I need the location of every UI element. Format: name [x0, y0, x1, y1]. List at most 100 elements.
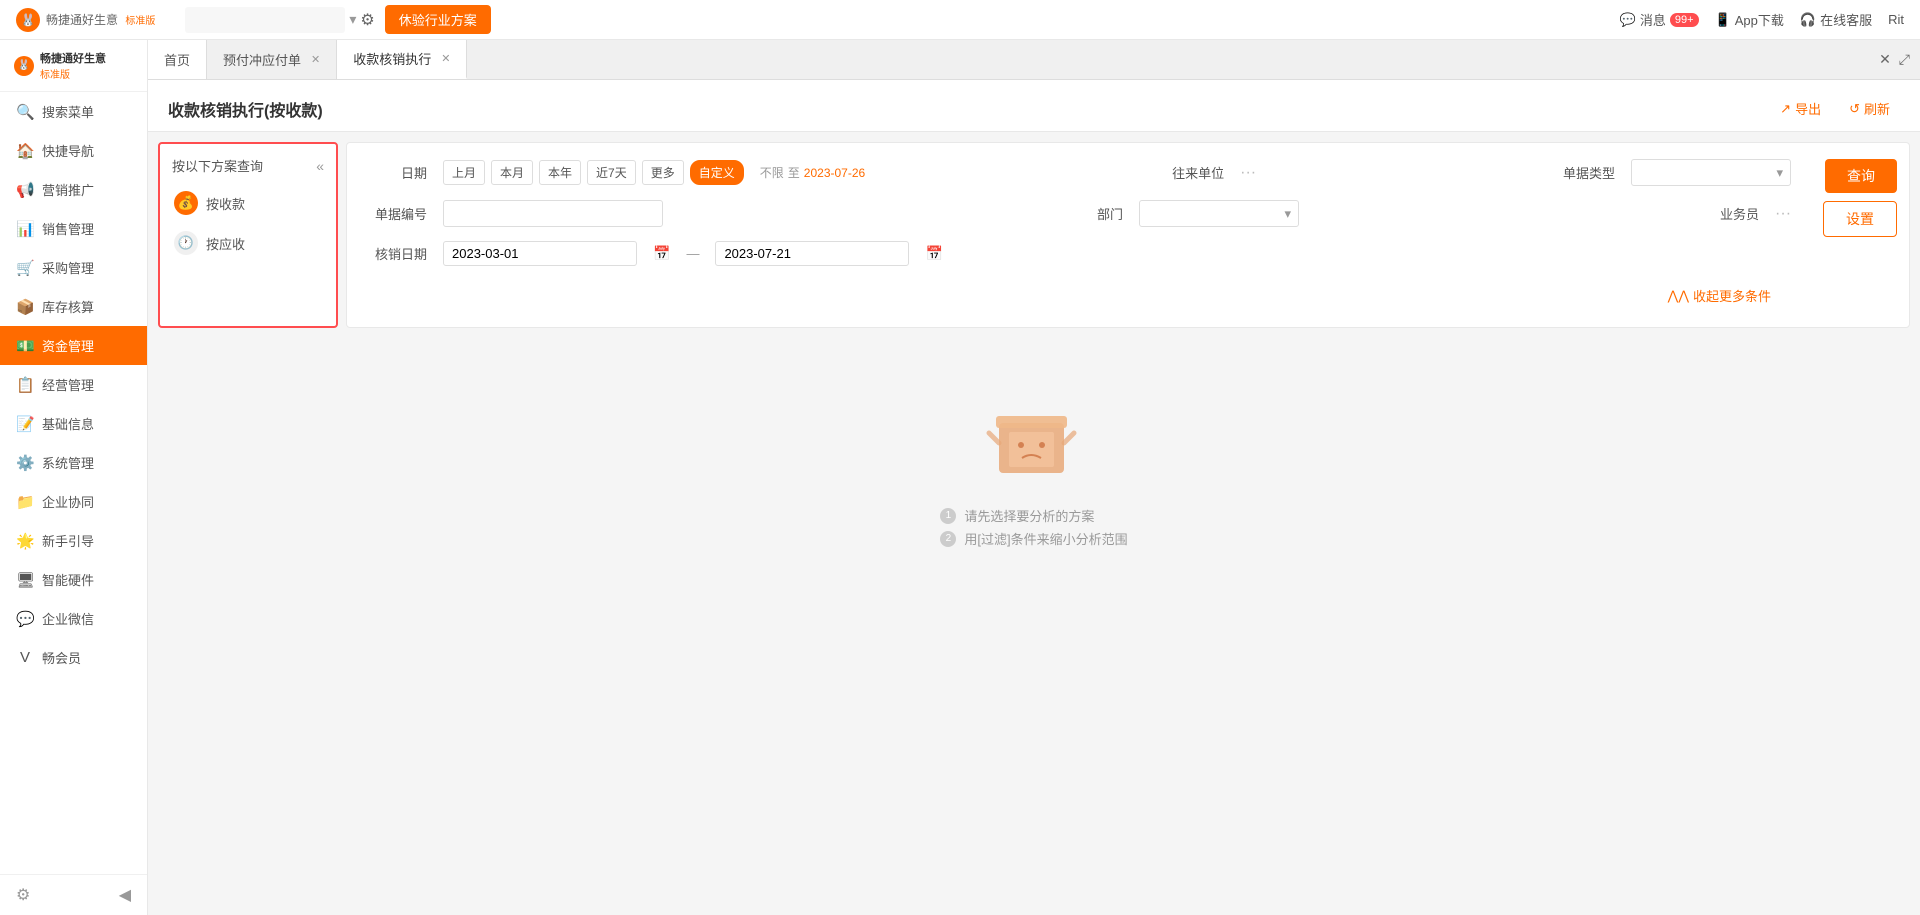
hint-text-1: 请先选择要分析的方案 — [964, 506, 1094, 525]
date-this-month-btn[interactable]: 本月 — [491, 160, 533, 185]
export-icon: ↗ — [1780, 101, 1791, 117]
counterpart-dots[interactable]: ··· — [1240, 164, 1256, 182]
industry-solution-button[interactable]: 休验行业方案 — [385, 5, 491, 34]
gear2-icon: ⚙️ — [16, 454, 34, 472]
main-content: 收款核销执行(按收款) ↗ 导出 ↺ 刷新 按以下方案查询 « 💰 按收款 — [148, 80, 1920, 915]
sidebar-item-purchase[interactable]: 🛒 采购管理 — [0, 248, 147, 287]
date-7days-btn[interactable]: 近7天 — [587, 160, 636, 185]
filter-sidebar-title: 按以下方案查询 — [172, 156, 263, 175]
app-download-button[interactable]: 📱 App下载 — [1715, 10, 1784, 29]
date-quick-options: 上月 本月 本年 近7天 更多 自定义 — [443, 160, 744, 185]
vip-icon: V — [16, 649, 34, 666]
verify-date-end-input[interactable] — [715, 241, 909, 266]
monitor-icon: 🖥 — [16, 571, 34, 589]
sidebar-item-sales[interactable]: 📊 销售管理 — [0, 209, 147, 248]
date-to: 至 — [788, 164, 800, 181]
sidebar-item-label: 营销推广 — [42, 180, 94, 199]
sidebar-item-basic-info[interactable]: 📝 基础信息 — [0, 404, 147, 443]
date-custom-btn[interactable]: 自定义 — [690, 160, 744, 185]
filter-option-by-receipt[interactable]: 💰 按收款 — [160, 183, 336, 223]
collapse-more-button[interactable]: ⋀⋀ 收起更多条件 — [367, 280, 1771, 311]
message-button[interactable]: 💬 消息 99+ — [1620, 10, 1699, 29]
hint-num-1: 1 — [940, 508, 956, 524]
brand-logo: 🐰 畅捷通好生意 标准版 — [16, 8, 155, 32]
settings-bottom-icon[interactable]: ⚙ — [16, 885, 30, 905]
filter-row-2: 单据编号 部门 ▾ 业务员 ··· — [367, 200, 1791, 227]
home-icon: 🏠 — [16, 142, 34, 160]
gear-icon[interactable]: ⚙ — [360, 10, 374, 30]
refresh-button[interactable]: ↺ 刷新 — [1839, 94, 1900, 123]
filter-fields: 日期 上月 本月 本年 近7天 更多 自定义 不限 至 2023-07-26 — [347, 143, 1811, 327]
filter-row-1: 日期 上月 本月 本年 近7天 更多 自定义 不限 至 2023-07-26 — [367, 159, 1791, 186]
chevron-down-icon[interactable]: ▾ — [349, 11, 356, 28]
filter-sidebar: 按以下方案查询 « 💰 按收款 🕐 按应收 — [158, 142, 338, 328]
user-name[interactable]: Rit — [1888, 12, 1904, 27]
tab-label: 首页 — [164, 50, 190, 69]
date-last-month-btn[interactable]: 上月 — [443, 160, 485, 185]
tab-collection[interactable]: 收款核销执行 ✕ — [337, 40, 467, 79]
sidebar-bottom: ⚙ ◀ — [0, 874, 147, 915]
top-search-area: ▾ ⚙ — [185, 7, 374, 33]
sidebar-item-marketing[interactable]: 📢 营销推广 — [0, 170, 147, 209]
bill-no-input[interactable] — [443, 200, 663, 227]
calendar-end-icon[interactable]: 📅 — [925, 245, 942, 262]
sidebar-item-label: 资金管理 — [42, 336, 94, 355]
sidebar-item-operations[interactable]: 📋 经营管理 — [0, 365, 147, 404]
empty-hints: 1 请先选择要分析的方案 2 用[过滤]条件来缩小分析范围 — [940, 506, 1127, 548]
empty-svg — [984, 388, 1084, 488]
sidebar-item-guide[interactable]: 🌟 新手引导 — [0, 521, 147, 560]
verify-date-start-input[interactable] — [443, 241, 637, 266]
cart-icon: 🛒 — [16, 259, 34, 277]
app-download-label: App下载 — [1735, 10, 1784, 29]
calendar-start-icon[interactable]: 📅 — [653, 245, 670, 262]
dept-select[interactable] — [1139, 200, 1299, 227]
maximize-window-button[interactable]: ⤢ — [1899, 51, 1910, 68]
sidebar-item-label: 快捷导航 — [42, 141, 94, 160]
empty-hint-1: 1 请先选择要分析的方案 — [940, 506, 1127, 525]
sidebar-item-enterprise[interactable]: 📁 企业协同 — [0, 482, 147, 521]
sidebar-item-inventory[interactable]: 📦 库存核算 — [0, 287, 147, 326]
date-more-btn[interactable]: 更多 — [642, 160, 684, 185]
tab-bar-window-actions: ✕ ⤢ — [1869, 40, 1920, 79]
brand-name-text: 畅捷通好生意 — [46, 13, 118, 27]
sidebar-brand-sub: 标准版 — [40, 66, 106, 81]
staff-label: 业务员 — [1699, 204, 1759, 223]
filter-option-label: 按收款 — [206, 194, 245, 213]
export-label: 导出 — [1795, 99, 1821, 118]
top-bar-actions: 💬 消息 99+ 📱 App下载 🎧 在线客服 Rit — [1620, 10, 1904, 29]
sidebar-item-finance[interactable]: 💵 资金管理 — [0, 326, 147, 365]
close-window-button[interactable]: ✕ — [1879, 51, 1891, 68]
date-this-year-btn[interactable]: 本年 — [539, 160, 581, 185]
collapse-up-icon: ⋀⋀ — [1668, 288, 1689, 304]
staff-dots[interactable]: ··· — [1775, 205, 1791, 223]
sidebar-item-system[interactable]: ⚙️ 系统管理 — [0, 443, 147, 482]
collapse-more-label: 收起更多条件 — [1693, 286, 1771, 305]
collapse-filter-icon[interactable]: « — [316, 158, 324, 174]
brand-sub: 标准版 — [125, 16, 155, 27]
online-service-button[interactable]: 🎧 在线客服 — [1800, 10, 1872, 29]
filter-option-by-receivable[interactable]: 🕐 按应收 — [160, 223, 336, 263]
top-search-input[interactable] — [185, 7, 345, 33]
tab-prepay[interactable]: 预付冲应付单 ✕ — [207, 40, 337, 79]
sidebar-item-hardware[interactable]: 🖥 智能硬件 — [0, 560, 147, 599]
date-label: 日期 — [367, 163, 427, 182]
tab-label: 预付冲应付单 — [223, 50, 301, 69]
brand-name: 畅捷通好生意 标准版 — [46, 11, 155, 28]
tab-home[interactable]: 首页 — [148, 40, 207, 79]
query-button[interactable]: 查询 — [1825, 159, 1897, 193]
bill-type-select[interactable] — [1631, 159, 1791, 186]
sidebar-item-quick-nav[interactable]: 🏠 快捷导航 — [0, 131, 147, 170]
tab-close-prepay[interactable]: ✕ — [311, 53, 320, 66]
tab-close-collection[interactable]: ✕ — [441, 52, 450, 65]
export-button[interactable]: ↗ 导出 — [1770, 94, 1831, 123]
message-badge: 99+ — [1670, 13, 1699, 27]
sidebar-item-member[interactable]: V 畅会员 — [0, 638, 147, 677]
filter-option-label: 按应收 — [206, 234, 245, 253]
logo-icon: 🐰 — [16, 8, 40, 32]
sidebar-item-wechat[interactable]: 💬 企业微信 — [0, 599, 147, 638]
date-range-display: 不限 至 2023-07-26 — [760, 164, 865, 181]
collapse-sidebar-icon[interactable]: ◀ — [119, 885, 131, 905]
sidebar-item-search[interactable]: 🔍 搜索菜单 — [0, 92, 147, 131]
settings-query-button[interactable]: 设置 — [1823, 201, 1897, 237]
page-title: 收款核销执行(按收款) — [168, 97, 323, 121]
